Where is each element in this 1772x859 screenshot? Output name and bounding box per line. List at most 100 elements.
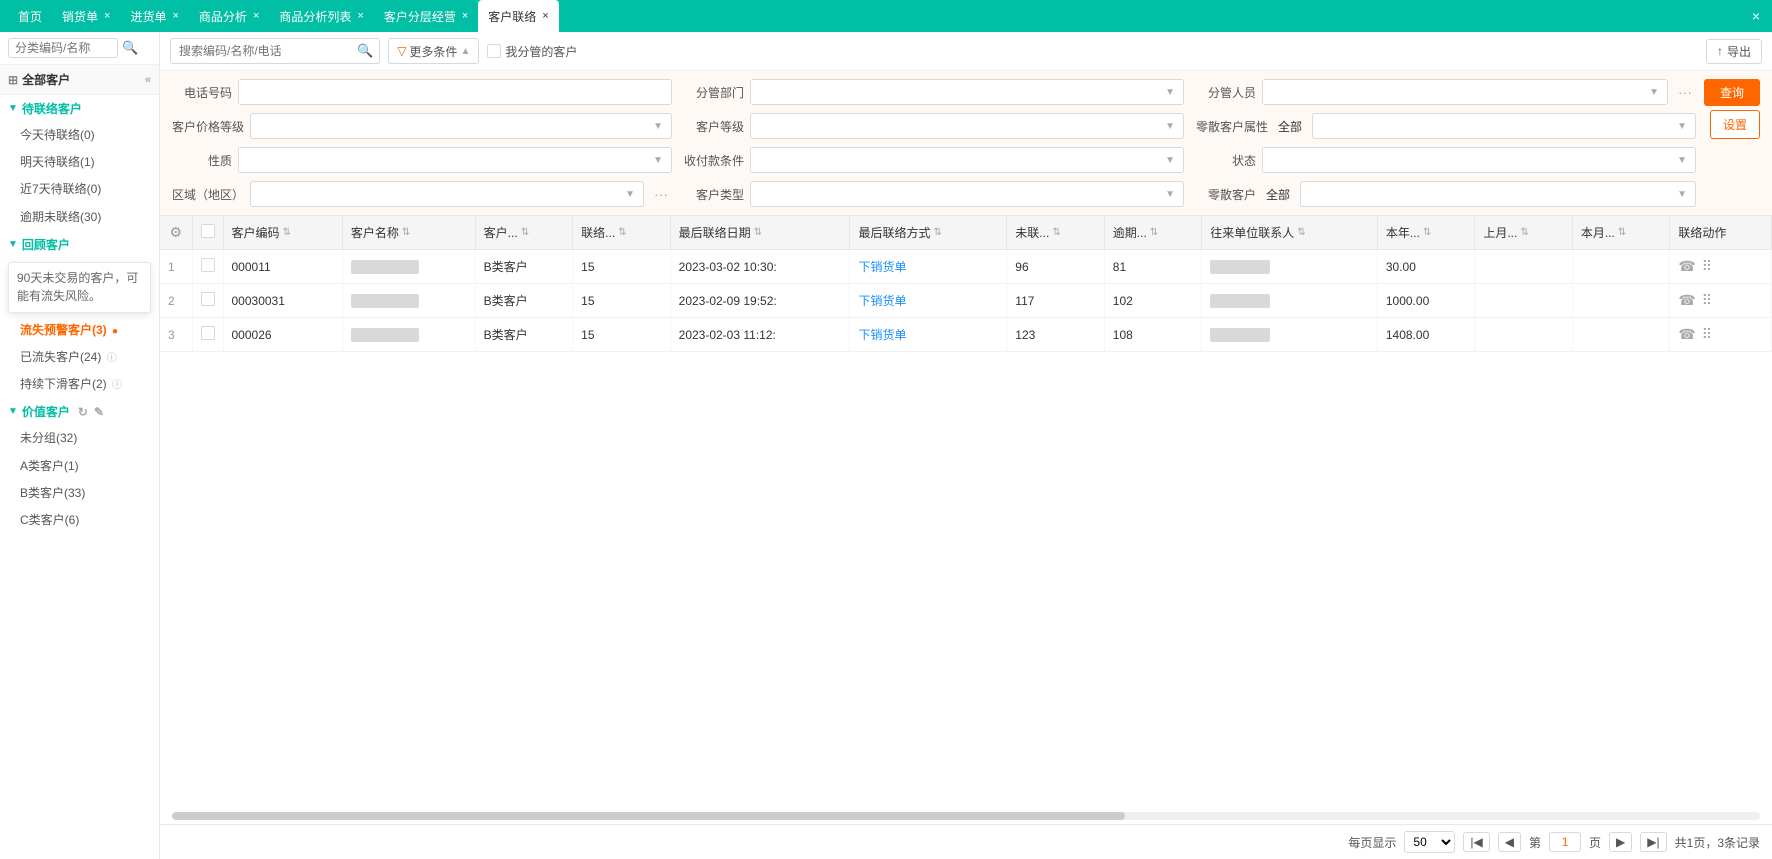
per-page-select[interactable]: 50 100 (1404, 831, 1455, 853)
action-more-icon-1[interactable]: ⠿ (1702, 292, 1712, 309)
tab-home[interactable]: 首页 (8, 0, 52, 32)
select-all-checkbox[interactable] (201, 224, 215, 238)
action-phone-icon-2[interactable]: ☎ (1678, 326, 1695, 343)
tab-purchase[interactable]: 进货单 × (120, 0, 188, 32)
row-checkbox-0[interactable] (201, 258, 215, 272)
table-gear-icon[interactable]: ⚙ (169, 224, 182, 240)
sidebar-item-ungroup[interactable]: 未分组(32) (0, 425, 159, 452)
td-checkbox-2[interactable] (192, 318, 223, 352)
customer-grade-select[interactable]: ▼ (750, 113, 1184, 139)
sort-not-contacted-icon[interactable]: ⇅ (1052, 227, 1060, 238)
td-name-2: ████████ (342, 318, 475, 352)
query-button[interactable]: 查询 (1704, 79, 1760, 106)
row-checkbox-2[interactable] (201, 326, 215, 340)
payment-select[interactable]: ▼ (750, 147, 1184, 173)
all-customers-row[interactable]: ⊞ 全部客户 « (0, 65, 159, 95)
tab-product-list-close[interactable]: × (357, 10, 363, 22)
action-more-icon-0[interactable]: ⠿ (1702, 258, 1712, 275)
my-customers-checkbox[interactable]: 我分管的客户 (487, 43, 577, 60)
sidebar-group-review-title[interactable]: ▼ 回顾客户 (0, 231, 159, 258)
scroll-thumb[interactable] (172, 812, 1125, 820)
sort-overdue-icon[interactable]: ⇅ (1150, 227, 1158, 238)
th-this-year-label: 本年... (1386, 224, 1420, 241)
sidebar-item-class-b[interactable]: B类客户(33) (0, 480, 159, 507)
sidebar-item-churn-warning[interactable]: 流失预警客户(3) ● (0, 317, 159, 344)
sidebar-item-today[interactable]: 今天待联络(0) (0, 122, 159, 149)
td-this-year-0: 30.00 (1377, 250, 1474, 284)
status-select[interactable]: ▼ (1262, 147, 1696, 173)
sidebar-search-icon[interactable]: 🔍 (122, 40, 138, 56)
my-customers-checkbox-box[interactable] (487, 44, 501, 58)
filter-search-button[interactable]: 🔍 (351, 43, 379, 59)
td-last-method-2[interactable]: 下销货单 (850, 318, 1007, 352)
sort-customer-code-icon[interactable]: ⇅ (283, 227, 291, 238)
value-refresh-icon[interactable]: ↻ (78, 405, 88, 419)
current-page-input[interactable] (1549, 832, 1581, 852)
sidebar-search-input[interactable] (8, 38, 118, 58)
sidebar-item-class-a[interactable]: A类客户(1) (0, 453, 159, 480)
action-phone-icon-0[interactable]: ☎ (1678, 258, 1695, 275)
last-page-button[interactable]: ▶| (1640, 832, 1666, 852)
phone-input[interactable] (238, 79, 672, 105)
tab-sales[interactable]: 销货单 × (52, 0, 120, 32)
tab-product-list[interactable]: 商品分析列表 × (269, 0, 373, 32)
sort-customer-name-icon[interactable]: ⇅ (402, 227, 410, 238)
region-more-icon[interactable]: ··· (650, 186, 672, 202)
value-group-label: 价值客户 (22, 403, 70, 420)
manager-more-icon[interactable]: ··· (1674, 84, 1696, 100)
sidebar-item-churned[interactable]: 已流失客户(24) ⓘ (0, 344, 159, 371)
sidebar-item-overdue[interactable]: 逾期未联络(30) (0, 204, 159, 231)
prev-page-button[interactable]: ◀ (1498, 832, 1521, 852)
tab-customer-tier-label: 客户分层经营 (384, 8, 456, 25)
sort-this-year-icon[interactable]: ⇅ (1423, 227, 1431, 238)
td-last-method-0[interactable]: 下销货单 (850, 250, 1007, 284)
action-phone-icon-1[interactable]: ☎ (1678, 292, 1695, 309)
window-close-button[interactable]: × (1740, 0, 1772, 32)
sidebar-group-pending-title[interactable]: ▼ 待联络客户 (0, 95, 159, 122)
value-edit-icon[interactable]: ✎ (94, 405, 104, 419)
sort-this-month-icon[interactable]: ⇅ (1618, 227, 1626, 238)
td-last-method-1[interactable]: 下销货单 (850, 284, 1007, 318)
sidebar-item-7days[interactable]: 近7天待联络(0) (0, 176, 159, 203)
tab-product-analysis[interactable]: 商品分析 × (189, 0, 269, 32)
td-checkbox-1[interactable] (192, 284, 223, 318)
td-index-1: 2 (160, 284, 192, 318)
filter-search-input[interactable] (171, 44, 351, 58)
tab-customer-tier-close[interactable]: × (462, 10, 468, 22)
retail-select[interactable]: ▼ (1300, 181, 1696, 207)
tab-purchase-close[interactable]: × (172, 10, 178, 22)
sidebar-collapse-icon[interactable]: « (145, 74, 151, 86)
horizontal-scrollbar[interactable] (172, 812, 1760, 820)
settings-button[interactable]: 设置 (1710, 110, 1760, 139)
sort-contact-icon[interactable]: ⇅ (618, 227, 626, 238)
price-grade-select[interactable]: ▼ (250, 113, 672, 139)
dept-select[interactable]: ▼ (750, 79, 1184, 105)
row-checkbox-1[interactable] (201, 292, 215, 306)
sort-customer-type-icon[interactable]: ⇅ (521, 227, 529, 238)
sidebar-item-declining[interactable]: 持续下滑客户(2) ⓘ (0, 371, 159, 398)
sidebar-item-tomorrow[interactable]: 明天待联络(1) (0, 149, 159, 176)
td-checkbox-0[interactable] (192, 250, 223, 284)
sort-last-date-icon[interactable]: ⇅ (754, 227, 762, 238)
sort-last-month-icon[interactable]: ⇅ (1520, 227, 1528, 238)
first-page-button[interactable]: |◀ (1463, 832, 1489, 852)
manager-select[interactable]: ▼ (1262, 79, 1668, 105)
action-more-icon-2[interactable]: ⠿ (1702, 326, 1712, 343)
td-index-2: 3 (160, 318, 192, 352)
export-button[interactable]: ↑ 导出 (1706, 39, 1762, 64)
more-conditions-button[interactable]: ▽ 更多条件 ▲ (388, 38, 479, 64)
customer-type-select[interactable]: ▼ (750, 181, 1184, 207)
tab-product-analysis-close[interactable]: × (253, 10, 259, 22)
sidebar-group-value-title[interactable]: ▼ 价值客户 ↻ ✎ (0, 398, 159, 425)
tab-sales-close[interactable]: × (104, 10, 110, 22)
nature-select[interactable]: ▼ (238, 147, 672, 173)
sort-unit-contact-icon[interactable]: ⇅ (1297, 227, 1305, 238)
tab-customer-contact[interactable]: 客户联络 × (478, 0, 558, 32)
tab-customer-tier[interactable]: 客户分层经营 × (374, 0, 478, 32)
sort-last-method-icon[interactable]: ⇅ (933, 227, 941, 238)
zero-attr-select[interactable]: ▼ (1312, 113, 1696, 139)
sidebar-item-class-c[interactable]: C类客户(6) (0, 507, 159, 534)
region-select[interactable]: ▼ (250, 181, 644, 207)
tab-customer-contact-close[interactable]: × (542, 10, 548, 22)
next-page-button[interactable]: ▶ (1609, 832, 1632, 852)
